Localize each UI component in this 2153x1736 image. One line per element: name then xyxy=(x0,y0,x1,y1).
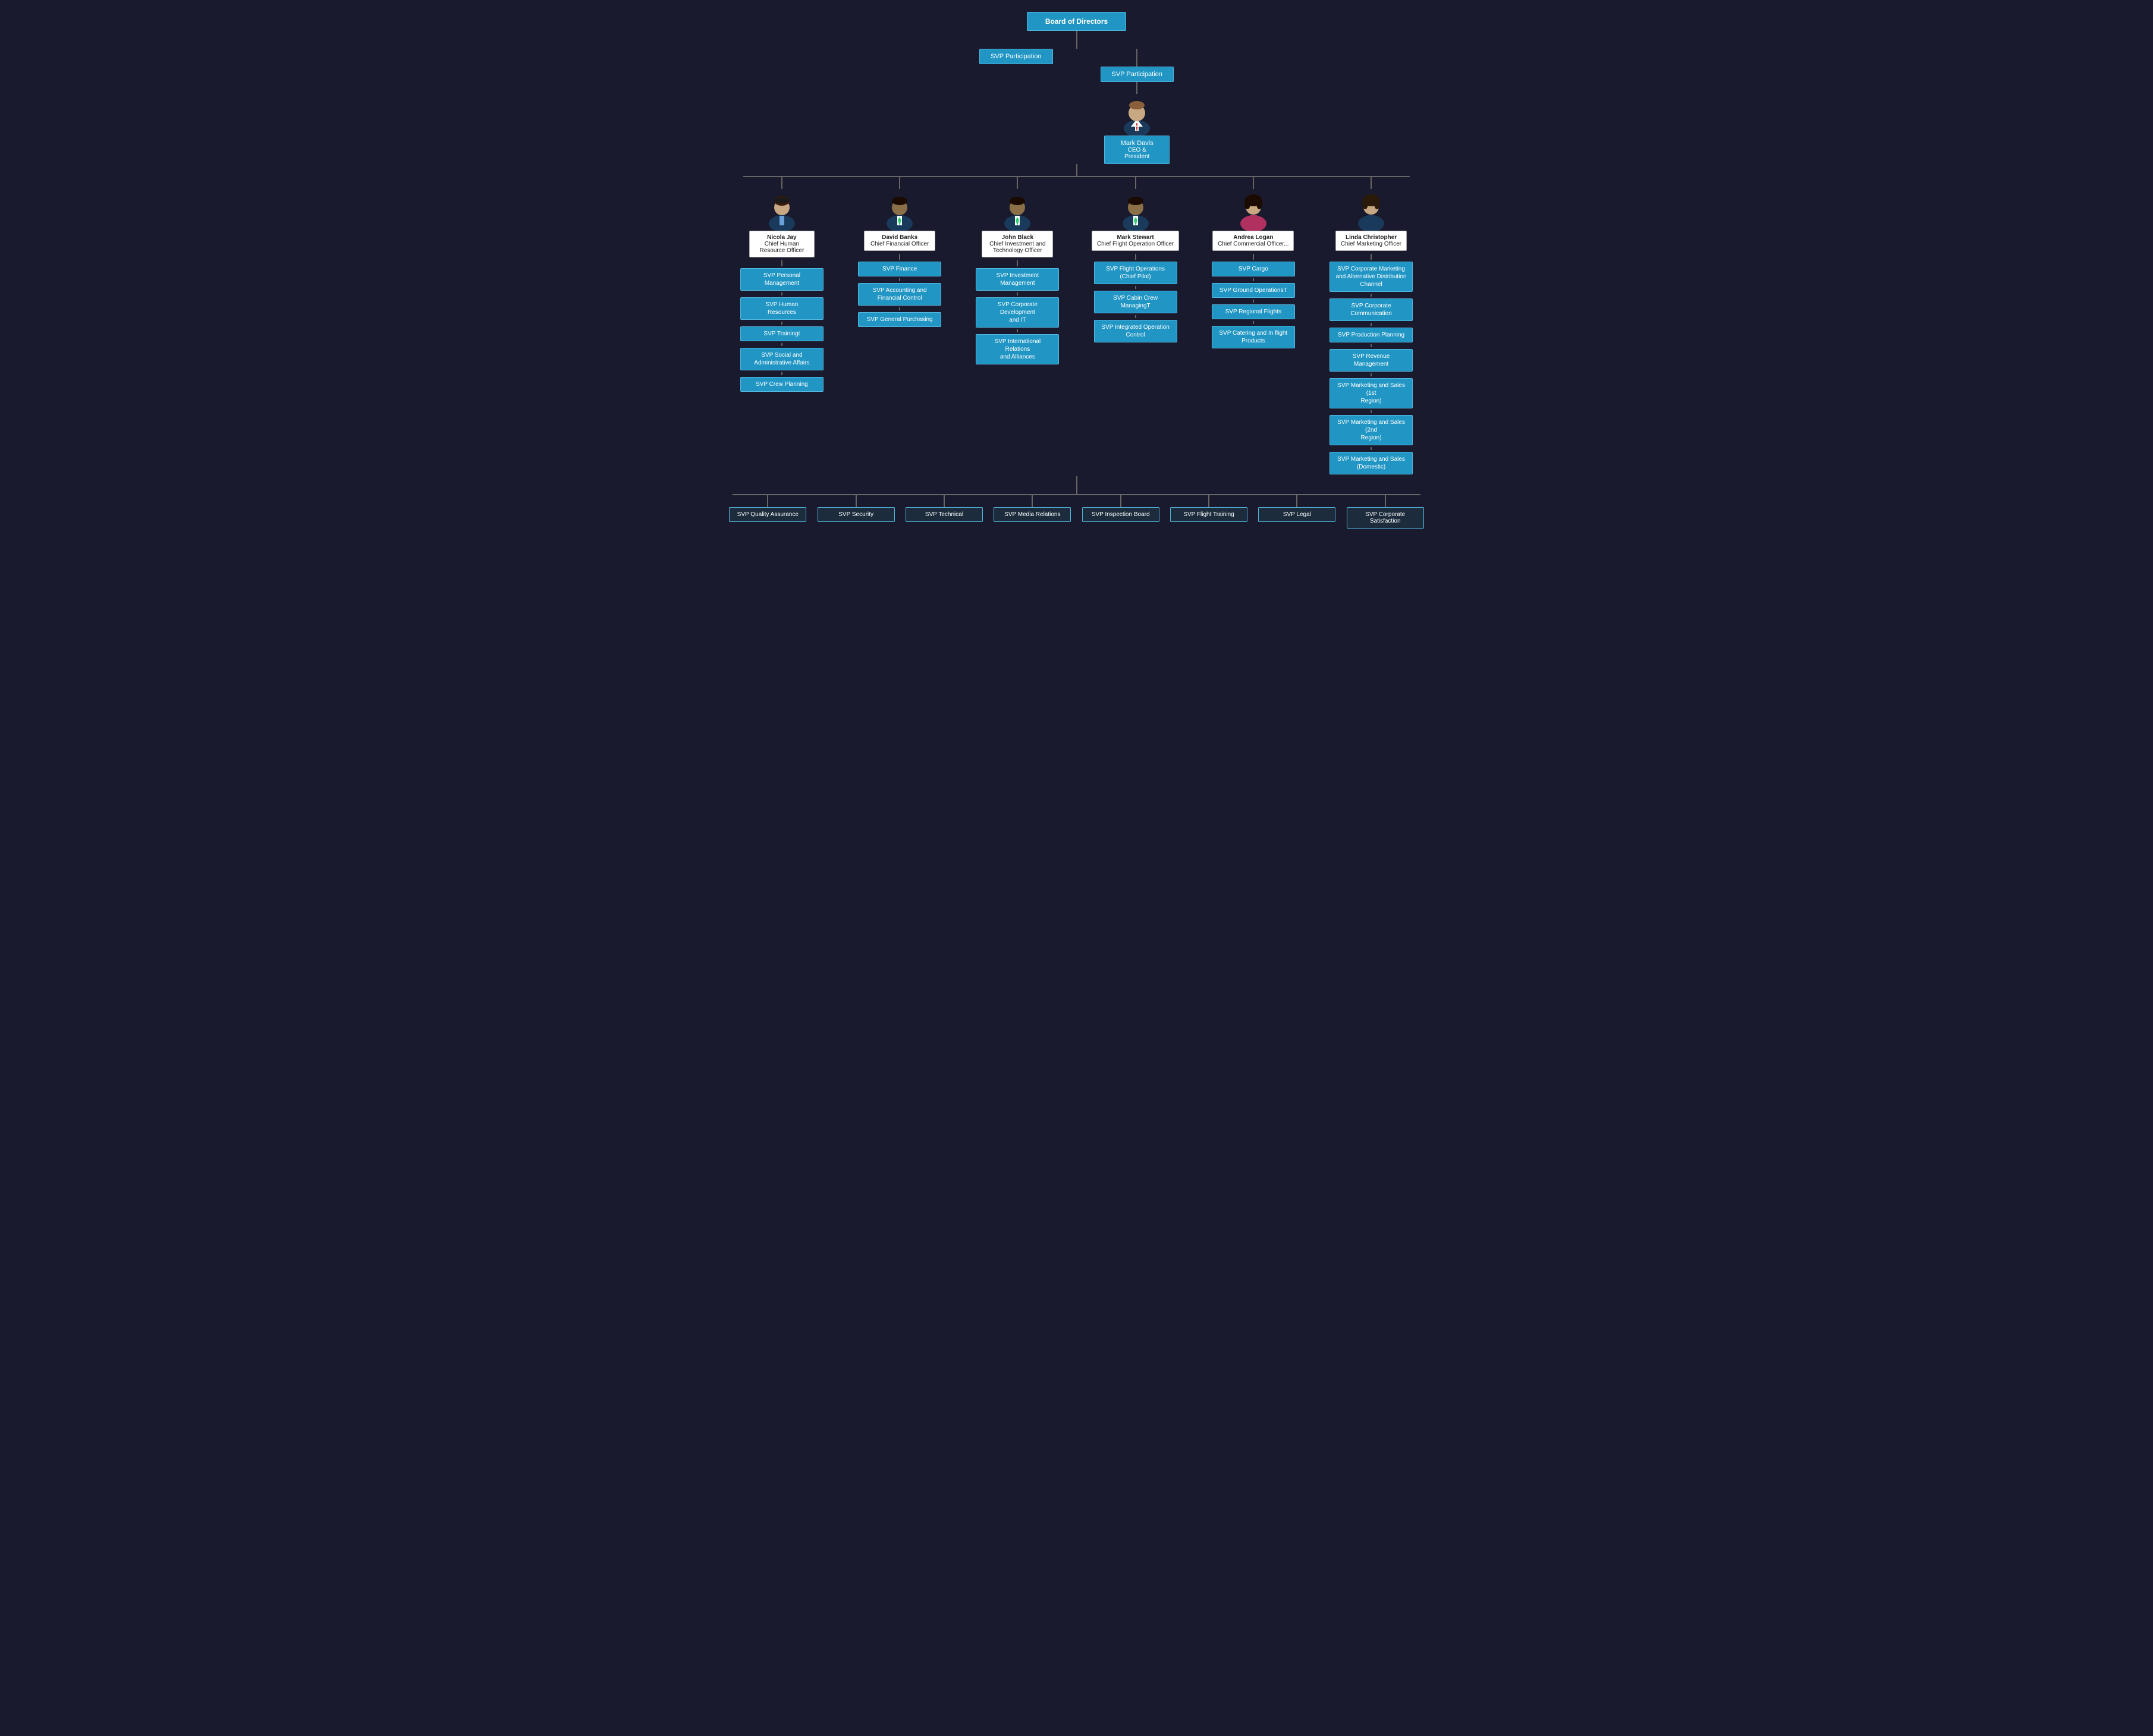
chief-1-title: Chief HumanResource Officer xyxy=(755,241,809,254)
chief-3-svp-3: SVP International Relationsand Alliances xyxy=(976,334,1059,364)
chief-3-name: John Black xyxy=(987,234,1048,241)
chief-5-box: Andrea Logan Chief Commercial Officer... xyxy=(1212,231,1294,251)
chief-4-svp-1: SVP Flight Operations(Chief Pilot) xyxy=(1094,262,1177,284)
bottom-5: SVP Inspection Board xyxy=(1082,507,1159,522)
chief-5-avatar xyxy=(1236,189,1271,231)
chief-4-col: Mark Stewart Chief Flight Operation Offi… xyxy=(1079,177,1192,344)
chief-6-box: Linda Christopher Chief Marketing Office… xyxy=(1335,231,1407,251)
chief-6-col: Linda Christopher Chief Marketing Office… xyxy=(1315,177,1428,476)
ceo-node: Mark Davis CEO &President xyxy=(1104,94,1170,164)
svp-participation-right: SVP Participation xyxy=(1101,67,1174,82)
chief-4-svp-3: SVP Integrated OperationControl xyxy=(1094,320,1177,342)
chief-6-title: Chief Marketing Officer xyxy=(1341,241,1401,247)
chief-6-svp-2: SVP CorporateCommunication xyxy=(1329,298,1413,321)
bottom-1: SVP Quality Assurance xyxy=(729,507,806,522)
chief-3-svp-2: SVP Corporate Developmentand IT xyxy=(976,297,1059,328)
chief-4-avatar xyxy=(1118,189,1153,231)
chief-6-svp-7: SVP Marketing and Sales(Domestic) xyxy=(1329,452,1413,474)
chief-2-box: David Banks Chief Financial Officer xyxy=(864,231,935,251)
ceo-title: CEO &President xyxy=(1113,147,1161,160)
chief-2-col: David Banks Chief Financial Officer SVP … xyxy=(844,177,956,329)
bottom-7: SVP Legal xyxy=(1258,507,1335,522)
org-chart: Board of Directors SVP Participation SVP… xyxy=(720,0,1434,540)
bottom-4: SVP Media Relations xyxy=(994,507,1071,522)
ceo-name: Mark Davis xyxy=(1113,140,1161,147)
chief-5-name: Andrea Logan xyxy=(1218,234,1288,241)
chief-5-svp-3: SVP Regional Flights xyxy=(1212,304,1295,319)
chief-1-box: Nicola Jay Chief HumanResource Officer xyxy=(749,231,815,257)
chief-1-svp-4: SVP Social andAdministrative Affairs xyxy=(740,348,824,370)
chief-1-svp-1: SVP Personal Management xyxy=(740,268,824,291)
chief-6-svp-6: SVP Marketing and Sales (2ndRegion) xyxy=(1329,415,1413,445)
chief-4-svp-2: SVP Cabin Crew ManagingT xyxy=(1094,291,1177,313)
chief-1-svp-2: SVP HumanResources xyxy=(740,297,824,320)
bottom-3: SVP Technical xyxy=(906,507,983,522)
chief-4-title: Chief Flight Operation Officer xyxy=(1097,241,1174,247)
chief-1-name: Nicola Jay xyxy=(755,234,809,241)
chief-6-svp-3: SVP Production Planning xyxy=(1329,328,1413,342)
chief-1-svp-5: SVP Crew Planning xyxy=(740,377,824,392)
chief-2-name: David Banks xyxy=(869,234,930,241)
chief-3-title: Chief Investment andTechnology Officer xyxy=(987,241,1048,254)
svp-participation-left: SVP Participation xyxy=(979,49,1052,64)
chief-4-box: Mark Stewart Chief Flight Operation Offi… xyxy=(1092,231,1179,251)
chief-6-svp-1: SVP Corporate Marketingand Alternative D… xyxy=(1329,262,1413,292)
chief-4-name: Mark Stewart xyxy=(1097,234,1174,241)
ceo-box: Mark Davis CEO &President xyxy=(1104,136,1170,164)
chief-5-svp-4: SVP Catering and In flightProducts xyxy=(1212,326,1295,348)
chief-1-avatar xyxy=(764,189,800,231)
chief-5-col: Andrea Logan Chief Commercial Officer...… xyxy=(1197,177,1309,350)
chief-6-name: Linda Christopher xyxy=(1341,234,1401,241)
bottom-8: SVP Corporate Satisfaction xyxy=(1347,507,1424,529)
chief-2-title: Chief Financial Officer xyxy=(869,241,930,247)
chief-3-avatar xyxy=(1000,189,1035,231)
chief-5-svp-1: SVP Cargo xyxy=(1212,262,1295,276)
chief-6-svp-4: SVP Revenue Management xyxy=(1329,349,1413,372)
chief-2-svp-2: SVP Accounting andFinancial Control xyxy=(858,283,941,306)
chief-2-svp-1: SVP Finance xyxy=(858,262,941,276)
chief-6-avatar xyxy=(1353,189,1389,231)
chief-2-svp-3: SVP General Purchasing xyxy=(858,312,941,327)
chief-1-svp-3: SVP Trainingt xyxy=(740,326,824,341)
chief-2-avatar xyxy=(882,189,917,231)
chief-3-col: John Black Chief Investment andTechnolog… xyxy=(961,177,1074,366)
chief-5-svp-2: SVP Ground OperationsT xyxy=(1212,283,1295,298)
board-box: Board of Directors xyxy=(1027,12,1126,31)
chief-6-svp-5: SVP Marketing and Sales (1stRegion) xyxy=(1329,378,1413,408)
ceo-avatar xyxy=(1119,94,1155,136)
chief-3-svp-1: SVP Investment Management xyxy=(976,268,1059,291)
bottom-6: SVP Flight Training xyxy=(1170,507,1247,522)
chief-1-col: Nicola Jay Chief HumanResource Officer S… xyxy=(726,177,838,394)
chief-5-title: Chief Commercial Officer... xyxy=(1218,241,1288,247)
bottom-2: SVP Security xyxy=(818,507,895,522)
chief-3-box: John Black Chief Investment andTechnolog… xyxy=(982,231,1053,257)
